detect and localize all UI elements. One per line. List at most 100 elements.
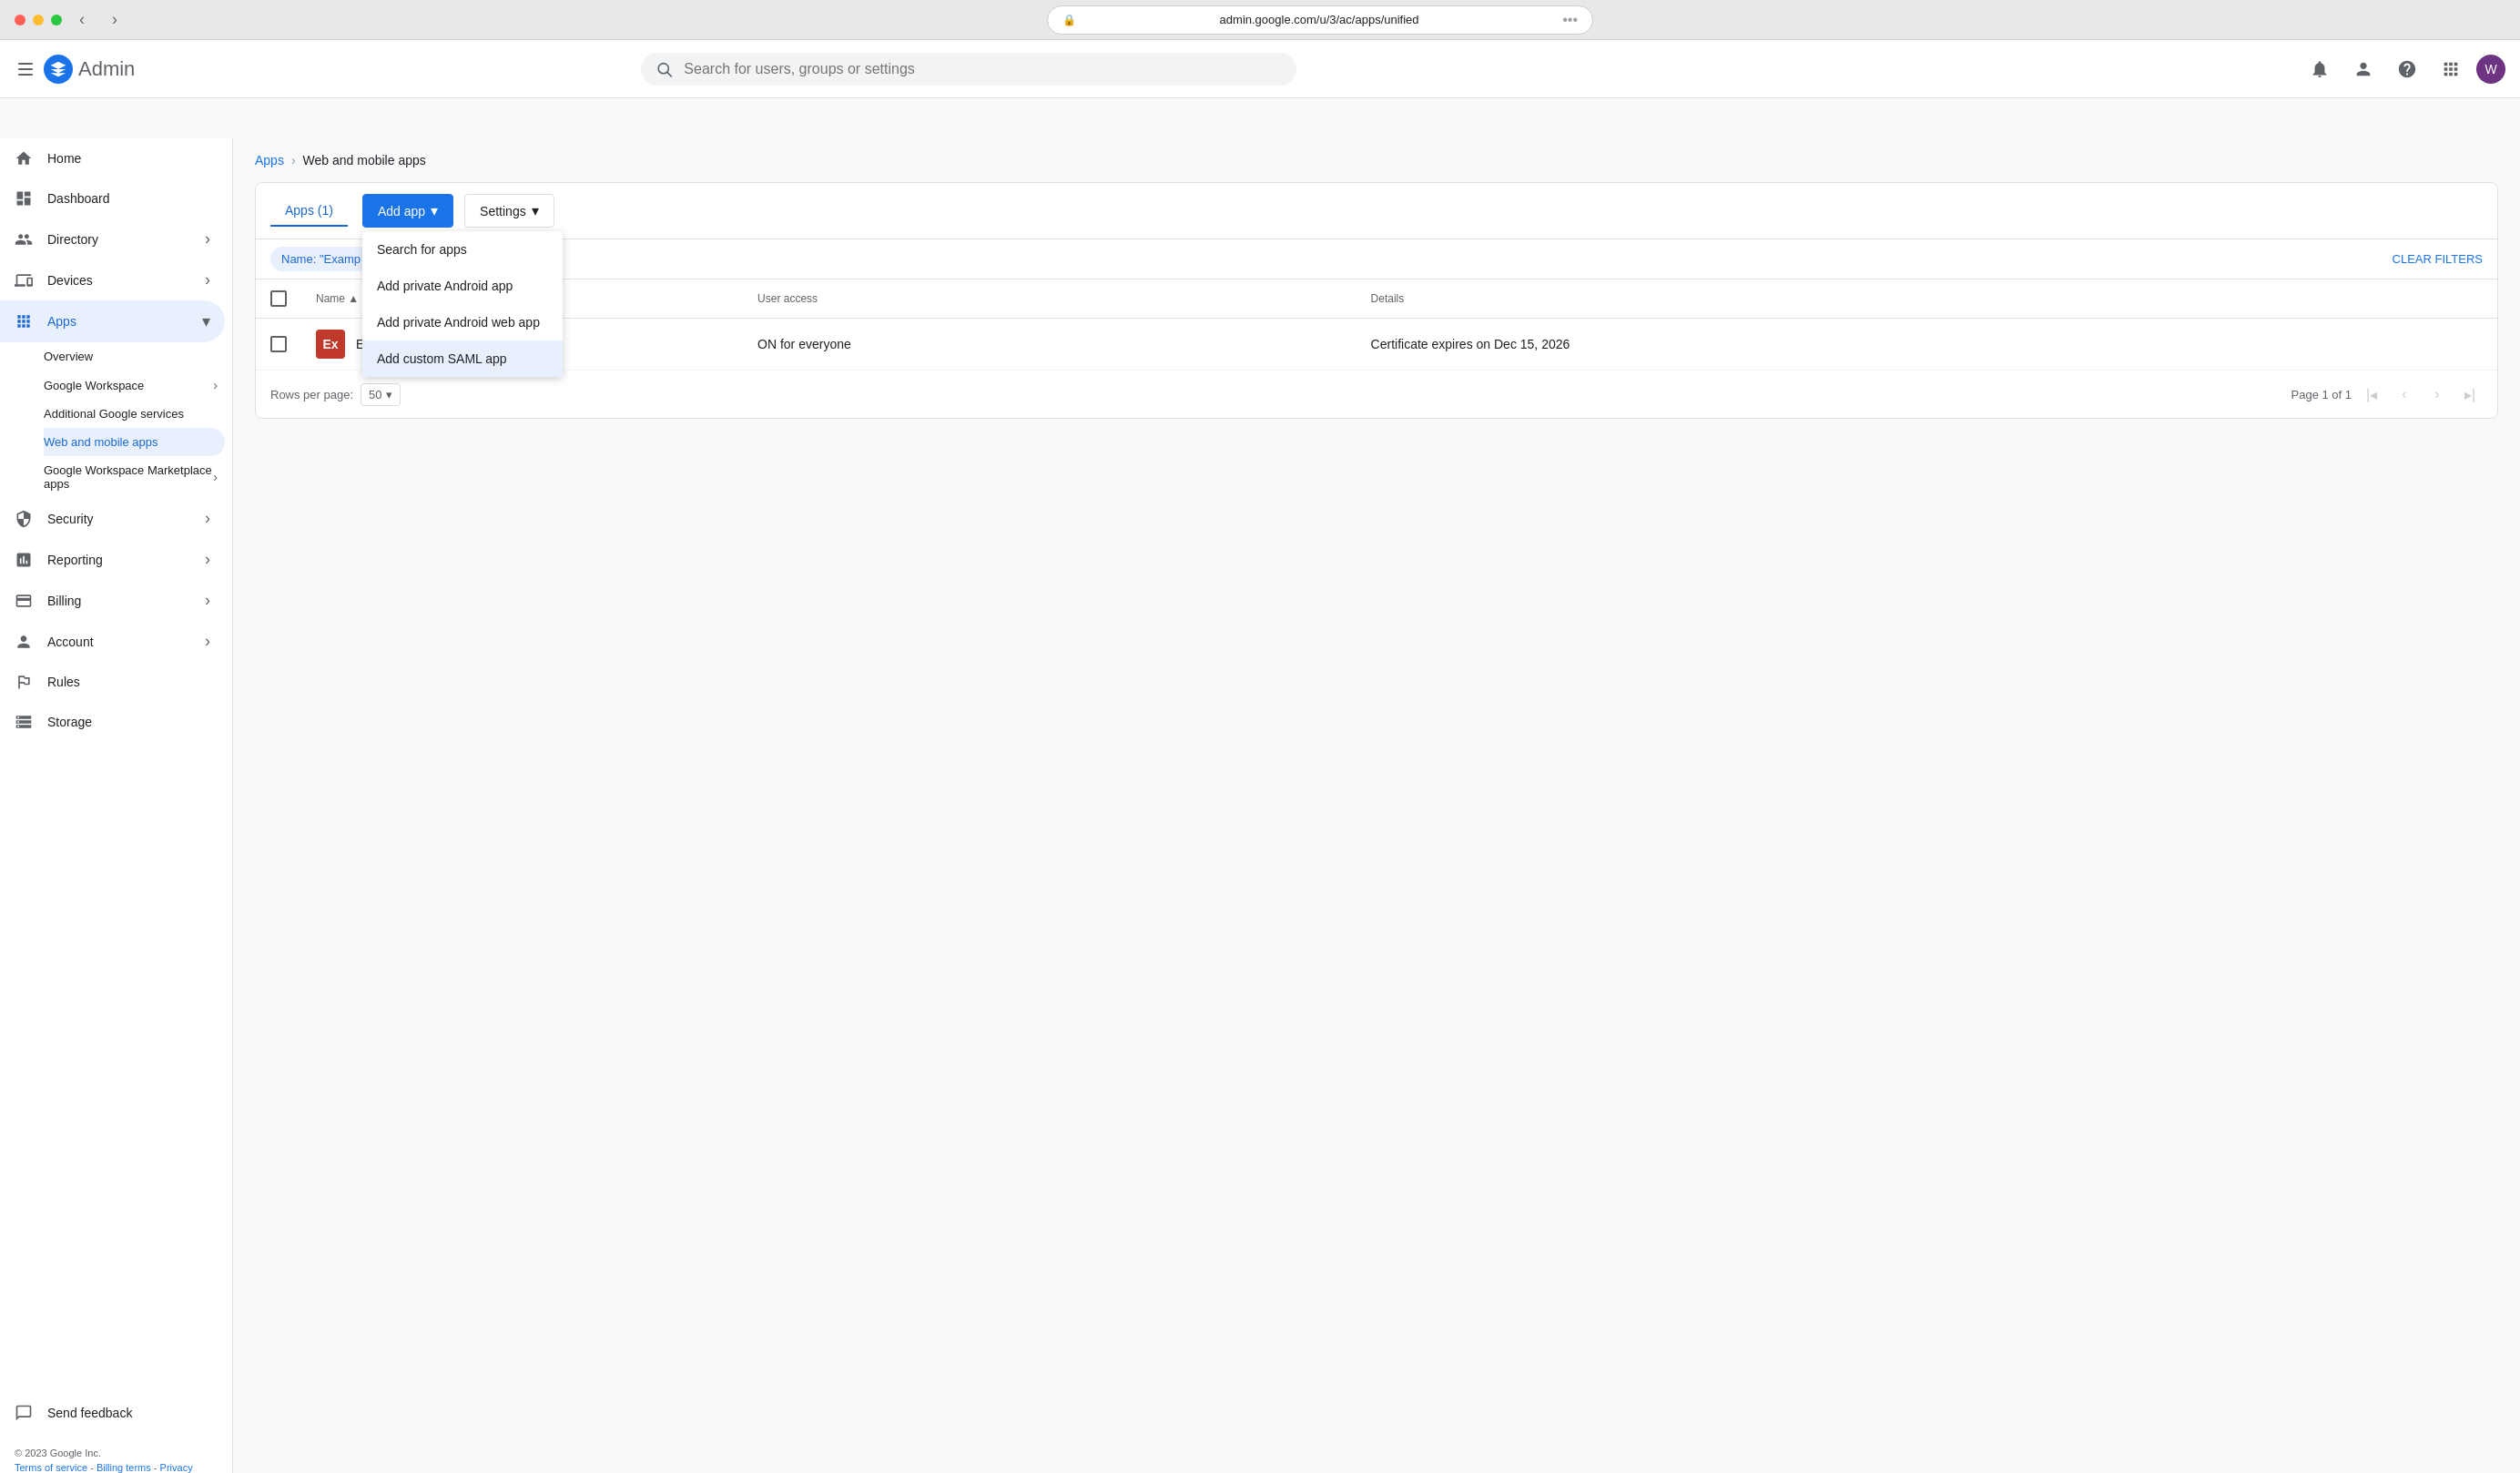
sidebar-item-security[interactable]: Security › [0, 498, 225, 539]
sidebar-sub-google-workspace[interactable]: Google Workspace › [44, 371, 225, 400]
feedback-icon [15, 1404, 33, 1422]
hamburger-menu-button[interactable] [15, 58, 36, 80]
sidebar-sub-additional-google[interactable]: Additional Google services [44, 400, 225, 428]
forward-button[interactable]: › [102, 7, 127, 33]
breadcrumb-apps-link[interactable]: Apps [255, 153, 284, 168]
details-cell: Certificate expires on Dec 15, 2026 [1357, 319, 2497, 371]
name-sort-icon[interactable]: ▲ [348, 292, 359, 305]
apps-grid-icon [2441, 59, 2461, 79]
sidebar: Home Dashboard Directory › [0, 138, 233, 1473]
last-page-button[interactable]: ▸| [2457, 381, 2483, 407]
apps-chevron-icon: ▾ [202, 311, 210, 331]
url-text: admin.google.com/u/3/ac/apps/unified [1083, 13, 1555, 26]
breadcrumb: Apps › Web and mobile apps [233, 138, 2520, 175]
sidebar-item-billing[interactable]: Billing › [0, 580, 225, 621]
add-app-dropdown-arrow: ▾ [431, 202, 438, 219]
google-apps-button[interactable] [2433, 51, 2469, 87]
row-checkbox[interactable] [270, 336, 287, 352]
sidebar-dashboard-label: Dashboard [47, 191, 110, 206]
address-bar[interactable]: 🔒 admin.google.com/u/3/ac/apps/unified •… [1047, 5, 1593, 35]
sidebar-apps-label: Apps [47, 314, 76, 329]
table-row[interactable]: Ex E... ON for everyone Certificate expi… [256, 319, 2497, 371]
sidebar-sub-overview[interactable]: Overview [44, 342, 225, 371]
notifications-button[interactable] [2302, 51, 2338, 87]
dropdown-search-apps[interactable]: Search for apps [362, 231, 563, 268]
sidebar-item-account[interactable]: Account › [0, 621, 225, 662]
sidebar-reporting-label: Reporting [47, 553, 103, 567]
sidebar-item-home[interactable]: Home [0, 138, 225, 178]
billing-chevron-icon: › [205, 591, 210, 610]
gws-chevron-icon: › [213, 378, 218, 392]
sidebar-devices-label: Devices [47, 273, 93, 288]
add-app-button[interactable]: Add app ▾ [362, 194, 453, 228]
clear-filters-button[interactable]: CLEAR FILTERS [2393, 252, 2483, 266]
sidebar-item-dashboard[interactable]: Dashboard [0, 178, 225, 218]
back-button[interactable]: ‹ [69, 7, 95, 33]
send-feedback-label: Send feedback [47, 1406, 132, 1420]
sidebar-item-directory[interactable]: Directory › [0, 218, 225, 259]
security-chevron-icon: › [205, 509, 210, 528]
help-button[interactable] [2389, 51, 2425, 87]
sidebar-item-reporting[interactable]: Reporting › [0, 539, 225, 580]
avatar[interactable]: W [2476, 55, 2505, 84]
sidebar-item-storage[interactable]: Storage [0, 702, 225, 742]
sidebar-sub-marketplace[interactable]: Google Workspace Marketplace apps › [44, 456, 225, 498]
directory-chevron-icon: › [205, 229, 210, 249]
home-icon [15, 149, 33, 168]
security-icon [15, 510, 33, 528]
minimize-window-button[interactable] [33, 15, 44, 25]
apps-icon [15, 312, 33, 330]
directory-icon [15, 230, 33, 249]
sidebar-item-rules[interactable]: Rules [0, 662, 225, 702]
reporting-chevron-icon: › [205, 550, 210, 569]
terms-of-service-link[interactable]: Terms of service [15, 1462, 87, 1473]
account-search-button[interactable] [2345, 51, 2382, 87]
dropdown-add-private-android[interactable]: Add private Android app [362, 268, 563, 304]
details-column-header: Details [1357, 279, 2497, 319]
add-app-label: Add app [378, 204, 425, 218]
sidebar-billing-label: Billing [47, 594, 81, 608]
user-access-cell: ON for everyone [743, 319, 1357, 371]
add-app-btn-wrapper: Add app ▾ Search for apps Add private An… [362, 194, 453, 228]
breadcrumb-separator: › [291, 153, 296, 168]
admin-logo-icon [44, 55, 73, 84]
close-window-button[interactable] [15, 15, 25, 25]
send-feedback-button[interactable]: Send feedback [0, 1393, 225, 1433]
admin-logo-text: Admin [78, 57, 135, 81]
page-info: Page 1 of 1 [2291, 388, 2352, 401]
admin-logo[interactable]: Admin [44, 55, 135, 84]
search-input[interactable] [684, 61, 1282, 77]
sidebar-footer: © 2023 Google Inc. Terms of service - Bi… [0, 1433, 232, 1473]
apps-tab[interactable]: Apps (1) [270, 196, 348, 227]
topbar-right: W [2302, 51, 2505, 87]
lock-icon: 🔒 [1062, 14, 1076, 26]
sidebar-sub-web-mobile[interactable]: Web and mobile apps [44, 428, 225, 456]
search-bar[interactable] [641, 53, 1296, 86]
sidebar-item-devices[interactable]: Devices › [0, 259, 225, 300]
rows-per-page-label: Rows per page: [270, 388, 353, 401]
dashboard-icon [15, 189, 33, 208]
rows-per-page-select[interactable]: 50 ▾ [361, 383, 400, 406]
rules-icon [15, 673, 33, 691]
dropdown-add-private-android-web[interactable]: Add private Android web app [362, 304, 563, 340]
select-all-checkbox[interactable] [270, 290, 287, 307]
table-footer: Rows per page: 50 ▾ Page 1 of 1 |◂ ‹ › ▸… [256, 371, 2497, 418]
filter-bar: Name: "Examp ✕ CLEAR FILTERS [256, 239, 2497, 279]
devices-icon [15, 271, 33, 290]
content-card: Apps (1) Add app ▾ Search for apps Add p… [255, 182, 2498, 419]
sidebar-item-apps[interactable]: Apps ▾ [0, 300, 225, 342]
first-page-button[interactable]: |◂ [2359, 381, 2384, 407]
prev-page-button[interactable]: ‹ [2392, 381, 2417, 407]
billing-terms-link[interactable]: Billing terms [97, 1462, 151, 1473]
svg-line-1 [667, 72, 671, 76]
main-layout: Home Dashboard Directory › [0, 138, 2520, 1473]
settings-button[interactable]: Settings ▾ [464, 194, 554, 228]
reporting-icon [15, 551, 33, 569]
settings-label: Settings [480, 204, 526, 218]
marketplace-chevron-icon: › [213, 470, 218, 484]
dropdown-add-custom-saml[interactable]: Add custom SAML app [362, 340, 563, 377]
next-page-button[interactable]: › [2424, 381, 2450, 407]
sidebar-security-label: Security [47, 512, 94, 526]
maximize-window-button[interactable] [51, 15, 62, 25]
topbar: Admin W [0, 40, 2520, 98]
